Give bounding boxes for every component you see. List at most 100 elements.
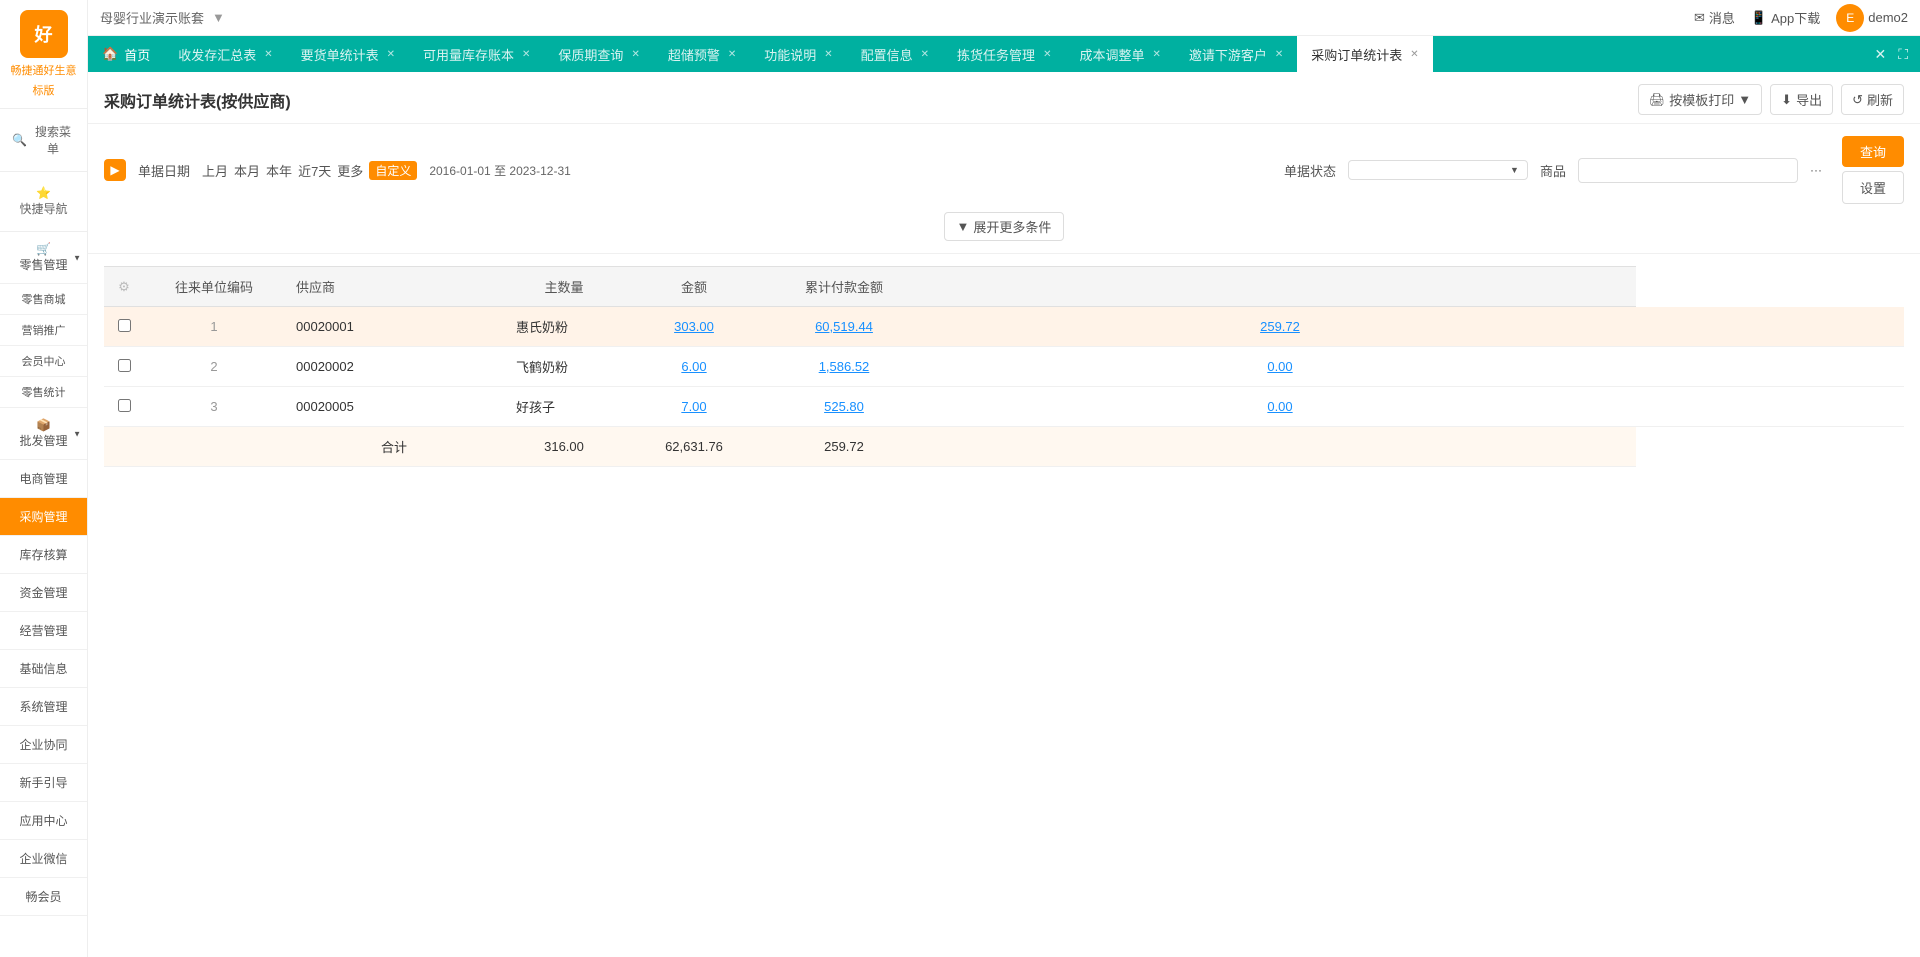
row-paid-2[interactable]: 0.00: [924, 387, 1636, 427]
refresh-button[interactable]: ↺ 刷新: [1841, 84, 1904, 115]
sidebar-item-marketing[interactable]: 营销推广: [0, 315, 87, 346]
sidebar-item-operation[interactable]: 经营管理: [0, 612, 87, 650]
tab-receive-summary-close[interactable]: ✕: [264, 49, 272, 60]
sidebar-item-retail-stats[interactable]: 零售统计: [0, 377, 87, 408]
sidebar-item-member-vip[interactable]: 畅会员: [0, 878, 87, 916]
sidebar-item-stock[interactable]: 库存核算: [0, 536, 87, 574]
tab-purchase-order-stats[interactable]: 采购订单统计表 ✕: [1297, 36, 1432, 72]
app-download-button[interactable]: 📱 App下载: [1751, 8, 1820, 27]
user-profile[interactable]: E demo2: [1836, 4, 1908, 32]
sidebar-item-basic-info[interactable]: 基础信息: [0, 650, 87, 688]
row-checkbox-2[interactable]: [118, 399, 131, 412]
sidebar-item-enterprise[interactable]: 企业协同: [0, 726, 87, 764]
row-amount-2[interactable]: 525.80: [764, 387, 924, 427]
last7days-shortcut[interactable]: 近7天: [298, 161, 331, 180]
search-section[interactable]: 🔍 搜索菜单: [0, 109, 87, 172]
tab-invite-downstream-close[interactable]: ✕: [1275, 49, 1283, 60]
sidebar-item-ecommerce[interactable]: 电商管理: [0, 460, 87, 498]
print-button[interactable]: 🖨 按模板打印 ▼: [1638, 84, 1762, 115]
more-shortcut[interactable]: 更多: [337, 161, 363, 180]
tab-overstock-warning-close[interactable]: ✕: [728, 49, 736, 60]
quick-nav-button[interactable]: ⭐ 快捷导航: [8, 180, 79, 223]
tab-purchase-order-stats-label: 采购订单统计表: [1311, 45, 1402, 64]
row-checkbox-0[interactable]: [118, 319, 131, 332]
this-year-shortcut[interactable]: 本年: [266, 161, 292, 180]
row-amount-0[interactable]: 60,519.44: [764, 307, 924, 347]
row-check-0[interactable]: [104, 307, 144, 347]
quick-nav-section[interactable]: ⭐ 快捷导航: [0, 172, 87, 232]
sidebar-item-system[interactable]: 系统管理: [0, 688, 87, 726]
tab-home[interactable]: 🏠 首页: [88, 36, 164, 72]
status-select[interactable]: [1348, 160, 1528, 180]
workspace-dropdown-icon[interactable]: ▼: [212, 10, 225, 25]
export-button[interactable]: ⬇ 导出: [1770, 84, 1833, 115]
sidebar-item-enterprise-wechat[interactable]: 企业微信: [0, 840, 87, 878]
row-qty-1[interactable]: 6.00: [624, 347, 764, 387]
row-checkbox-1[interactable]: [118, 359, 131, 372]
tab-available-stock-close[interactable]: ✕: [522, 49, 530, 60]
row-amount-1[interactable]: 1,586.52: [764, 347, 924, 387]
query-button[interactable]: 查询: [1842, 136, 1904, 167]
filter-toggle-button[interactable]: ▶: [104, 159, 126, 181]
close-tab-button[interactable]: ✕: [1870, 42, 1890, 67]
tab-overstock-warning[interactable]: 超储预警 ✕: [654, 36, 750, 72]
last-month-shortcut[interactable]: 上月: [202, 161, 228, 180]
tab-receive-summary[interactable]: 收发存汇总表 ✕: [164, 36, 286, 72]
status-filter-label: 单据状态: [1284, 161, 1336, 180]
sidebar-item-purchase[interactable]: 采购管理: [0, 498, 87, 536]
tab-config-info-close[interactable]: ✕: [921, 49, 929, 60]
sidebar-item-member[interactable]: 会员中心: [0, 346, 87, 377]
tab-cost-adjust-close[interactable]: ✕: [1152, 49, 1160, 60]
row-qty-link-2[interactable]: 7.00: [681, 399, 706, 414]
search-menu-button[interactable]: 🔍 搜索菜单: [8, 117, 79, 163]
row-paid-link-2[interactable]: 0.00: [1267, 399, 1292, 414]
tab-pick-task-close[interactable]: ✕: [1043, 49, 1051, 60]
sidebar-item-new-guide[interactable]: 新手引导: [0, 764, 87, 802]
row-check-2[interactable]: [104, 387, 144, 427]
settings-col-icon[interactable]: ⚙: [118, 279, 130, 294]
row-amount-link-0[interactable]: 60,519.44: [815, 319, 873, 334]
row-paid-0[interactable]: 259.72: [924, 307, 1636, 347]
row-qty-link-1[interactable]: 6.00: [681, 359, 706, 374]
tab-shelf-life-close[interactable]: ✕: [631, 49, 639, 60]
tab-pick-task[interactable]: 拣货任务管理 ✕: [943, 36, 1065, 72]
new-guide-label: 新手引导: [4, 774, 83, 791]
message-button[interactable]: ✉ 消息: [1694, 8, 1735, 27]
tab-purchase-order-stats-close[interactable]: ✕: [1410, 49, 1418, 60]
tab-purchase-stats-close[interactable]: ✕: [387, 49, 395, 60]
expand-filter-button[interactable]: ▼ 展开更多条件: [944, 212, 1065, 241]
settings-button[interactable]: 设置: [1842, 171, 1904, 204]
tab-available-stock[interactable]: 可用量库存账本 ✕: [409, 36, 544, 72]
footer-empty-code: [144, 427, 284, 467]
custom-date-badge[interactable]: 自定义: [369, 161, 417, 180]
this-month-shortcut[interactable]: 本月: [234, 161, 260, 180]
sidebar-item-retail[interactable]: 🛒 零售管理: [0, 232, 87, 284]
tab-config-info[interactable]: 配置信息 ✕: [847, 36, 943, 72]
more-filter-button[interactable]: ···: [1810, 163, 1822, 177]
sidebar-item-app-center[interactable]: 应用中心: [0, 802, 87, 840]
tab-purchase-stats[interactable]: 要货单统计表 ✕: [287, 36, 409, 72]
row-check-1[interactable]: [104, 347, 144, 387]
sidebar-item-finance[interactable]: 资金管理: [0, 574, 87, 612]
tab-shelf-life[interactable]: 保质期查询 ✕: [544, 36, 653, 72]
enterprise-wechat-label: 企业微信: [4, 850, 83, 867]
date-from: 2016-01-01: [429, 164, 490, 178]
row-paid-link-0[interactable]: 259.72: [1260, 319, 1300, 334]
row-qty-link-0[interactable]: 303.00: [674, 319, 714, 334]
goods-input[interactable]: [1578, 158, 1798, 183]
tab-cost-adjust[interactable]: 成本调整单 ✕: [1065, 36, 1174, 72]
tab-invite-downstream[interactable]: 邀请下游客户 ✕: [1175, 36, 1297, 72]
row-qty-0[interactable]: 303.00: [624, 307, 764, 347]
tab-function-desc[interactable]: 功能说明 ✕: [750, 36, 846, 72]
row-qty-2[interactable]: 7.00: [624, 387, 764, 427]
home-icon: 🏠: [102, 46, 118, 62]
row-amount-link-2[interactable]: 525.80: [824, 399, 864, 414]
row-amount-link-1[interactable]: 1,586.52: [819, 359, 870, 374]
row-paid-1[interactable]: 0.00: [924, 347, 1636, 387]
row-paid-link-1[interactable]: 0.00: [1267, 359, 1292, 374]
sidebar-item-retail-mall[interactable]: 零售商城: [0, 284, 87, 315]
tab-function-desc-close[interactable]: ✕: [824, 49, 832, 60]
row-num-2: 3: [144, 387, 284, 427]
fullscreen-button[interactable]: ⛶: [1894, 42, 1912, 67]
sidebar-item-wholesale[interactable]: 📦 批发管理: [0, 408, 87, 460]
